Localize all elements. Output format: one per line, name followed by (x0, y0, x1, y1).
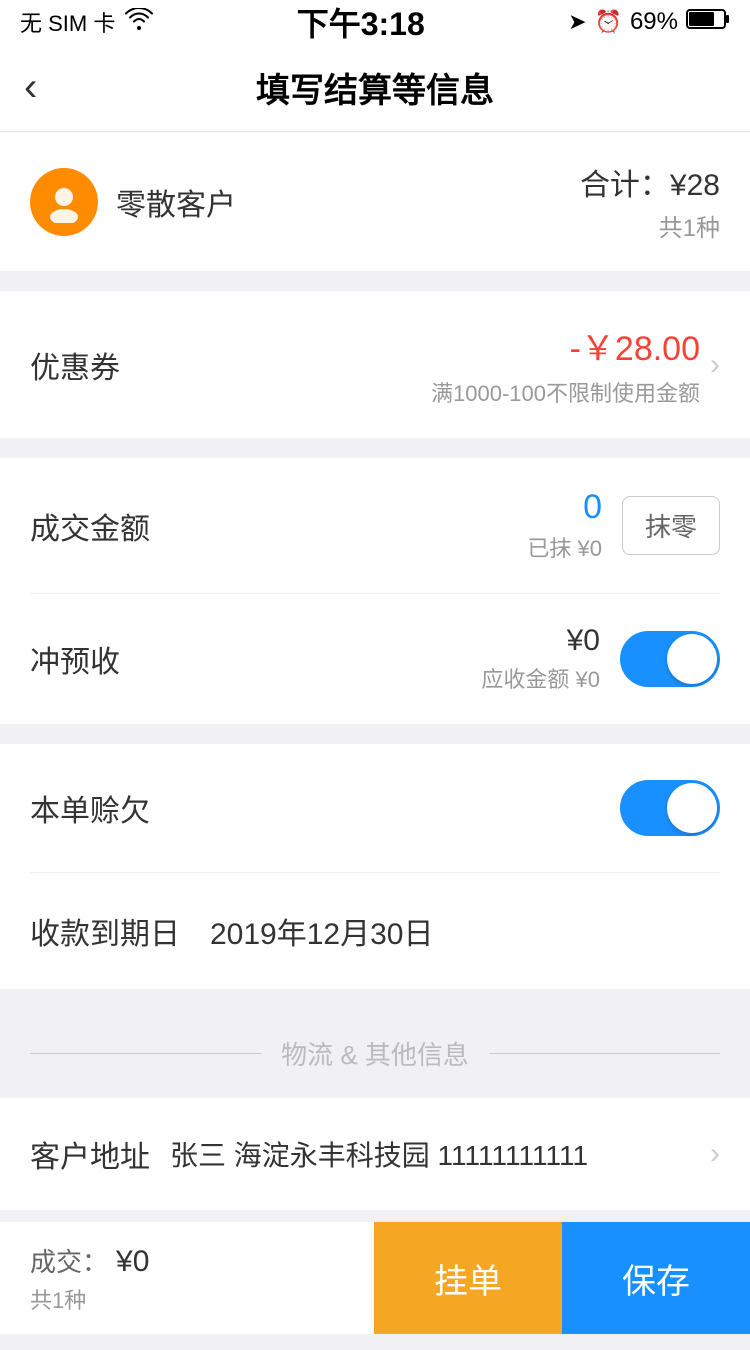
wifi-icon (125, 8, 153, 37)
coupon-label: 优惠券 (30, 343, 120, 387)
address-section: 客户地址 张三 海淀永丰科技园 11111111111 › (0, 1098, 750, 1210)
customer-left: 零散客户 (30, 168, 236, 236)
no-sim-label: 无 SIM 卡 (20, 6, 115, 38)
status-bar: 无 SIM 卡 下午3:18 ➤ ⏰ 69% (0, 0, 750, 44)
customer-total: 合计：¥28 共1种 (580, 160, 720, 243)
bottom-count: 共1种 (30, 1283, 344, 1315)
prepay-toggle-knob (667, 634, 717, 684)
address-value: 张三 海淀永丰科技园 11111111111 (170, 1134, 700, 1174)
customer-avatar (30, 168, 98, 236)
coupon-desc: 满1000-100不限制使用金额 (431, 376, 700, 408)
back-button[interactable]: ‹ (24, 65, 37, 110)
location-icon: ➤ (568, 9, 586, 35)
prepay-label: 冲预收 (30, 637, 120, 681)
status-bar-right: ➤ ⏰ 69% (568, 8, 730, 37)
credit-toggle-knob (667, 783, 717, 833)
content: 零散客户 合计：¥28 共1种 优惠券 -￥28.00 满1000-100不限制… (0, 132, 750, 1350)
credit-toggle[interactable] (620, 780, 720, 836)
nav-bar: ‹ 填写结算等信息 (0, 44, 750, 132)
round-off-button[interactable]: 抹零 (622, 496, 720, 555)
transaction-amount-label: 成交金额 (30, 504, 150, 548)
coupon-amount: -￥28.00 (431, 321, 700, 370)
customer-name: 零散客户 (116, 180, 236, 224)
bottom-trade-amount: ¥0 (116, 1245, 149, 1279)
due-date-label: 收款到期日 (30, 909, 180, 953)
chevron-right-icon: › (710, 348, 720, 382)
logistics-line-left (30, 1053, 261, 1054)
alarm-icon: ⏰ (595, 9, 622, 35)
prepay-right: ¥0 应收金额 ¥0 (481, 624, 720, 694)
address-chevron-icon: › (710, 1137, 720, 1171)
due-date-row: 收款到期日 2019年12月30日 (30, 873, 720, 989)
coupon-section[interactable]: 优惠券 -￥28.00 满1000-100不限制使用金额 › (0, 291, 750, 438)
total-count: 共1种 (580, 208, 720, 243)
due-date-value[interactable]: 2019年12月30日 (210, 909, 433, 953)
credit-section: 本单赊欠 收款到期日 2019年12月30日 (0, 744, 750, 989)
prepay-main-amount: ¥0 (481, 624, 600, 658)
amount-section: 成交金额 0 已抹 ¥0 抹零 冲预收 ¥0 应收金额 ¥0 (0, 458, 750, 724)
hold-order-button[interactable]: 挂单 (374, 1222, 562, 1334)
customer-section: 零散客户 合计：¥28 共1种 (0, 132, 750, 271)
section-divider-2 (0, 989, 750, 1009)
bottom-trade-label: 成交： (30, 1242, 108, 1279)
prepay-sub-amount: 应收金额 ¥0 (481, 662, 600, 694)
transaction-amount-sub: 已抹 ¥0 (527, 531, 602, 563)
logistics-title: 物流 & 其他信息 (261, 1035, 489, 1072)
total-amount: 合计：¥28 (580, 160, 720, 204)
bottom-info: 成交： ¥0 共1种 (0, 1242, 374, 1315)
bottom-bar: 成交： ¥0 共1种 挂单 保存 (0, 1222, 750, 1334)
status-bar-time: 下午3:18 (297, 0, 425, 45)
transaction-amount-right: 0 已抹 ¥0 抹零 (527, 488, 720, 563)
logistics-line-right (489, 1053, 720, 1054)
save-button[interactable]: 保存 (562, 1222, 750, 1334)
address-label: 客户地址 (30, 1132, 150, 1176)
battery-label: 69% (630, 8, 678, 36)
prepay-amounts: ¥0 应收金额 ¥0 (481, 624, 600, 694)
coupon-right: -￥28.00 满1000-100不限制使用金额 › (431, 321, 720, 408)
transaction-amount-value[interactable]: 0 (527, 488, 602, 527)
page-title: 填写结算等信息 (256, 63, 494, 112)
status-bar-left: 无 SIM 卡 (20, 6, 153, 38)
prepay-row: 冲预收 ¥0 应收金额 ¥0 (30, 594, 720, 724)
address-row[interactable]: 客户地址 张三 海淀永丰科技园 11111111111 › (30, 1098, 720, 1210)
section-divider-1 (0, 724, 750, 744)
prepay-toggle[interactable] (620, 631, 720, 687)
credit-row: 本单赊欠 (30, 744, 720, 873)
amount-input-block: 0 已抹 ¥0 (527, 488, 602, 563)
logistics-header: 物流 & 其他信息 (0, 1009, 750, 1098)
transaction-amount-row: 成交金额 0 已抹 ¥0 抹零 (30, 458, 720, 594)
battery-icon (686, 8, 730, 37)
coupon-value-block: -￥28.00 满1000-100不限制使用金额 (431, 321, 700, 408)
credit-label: 本单赊欠 (30, 786, 150, 830)
